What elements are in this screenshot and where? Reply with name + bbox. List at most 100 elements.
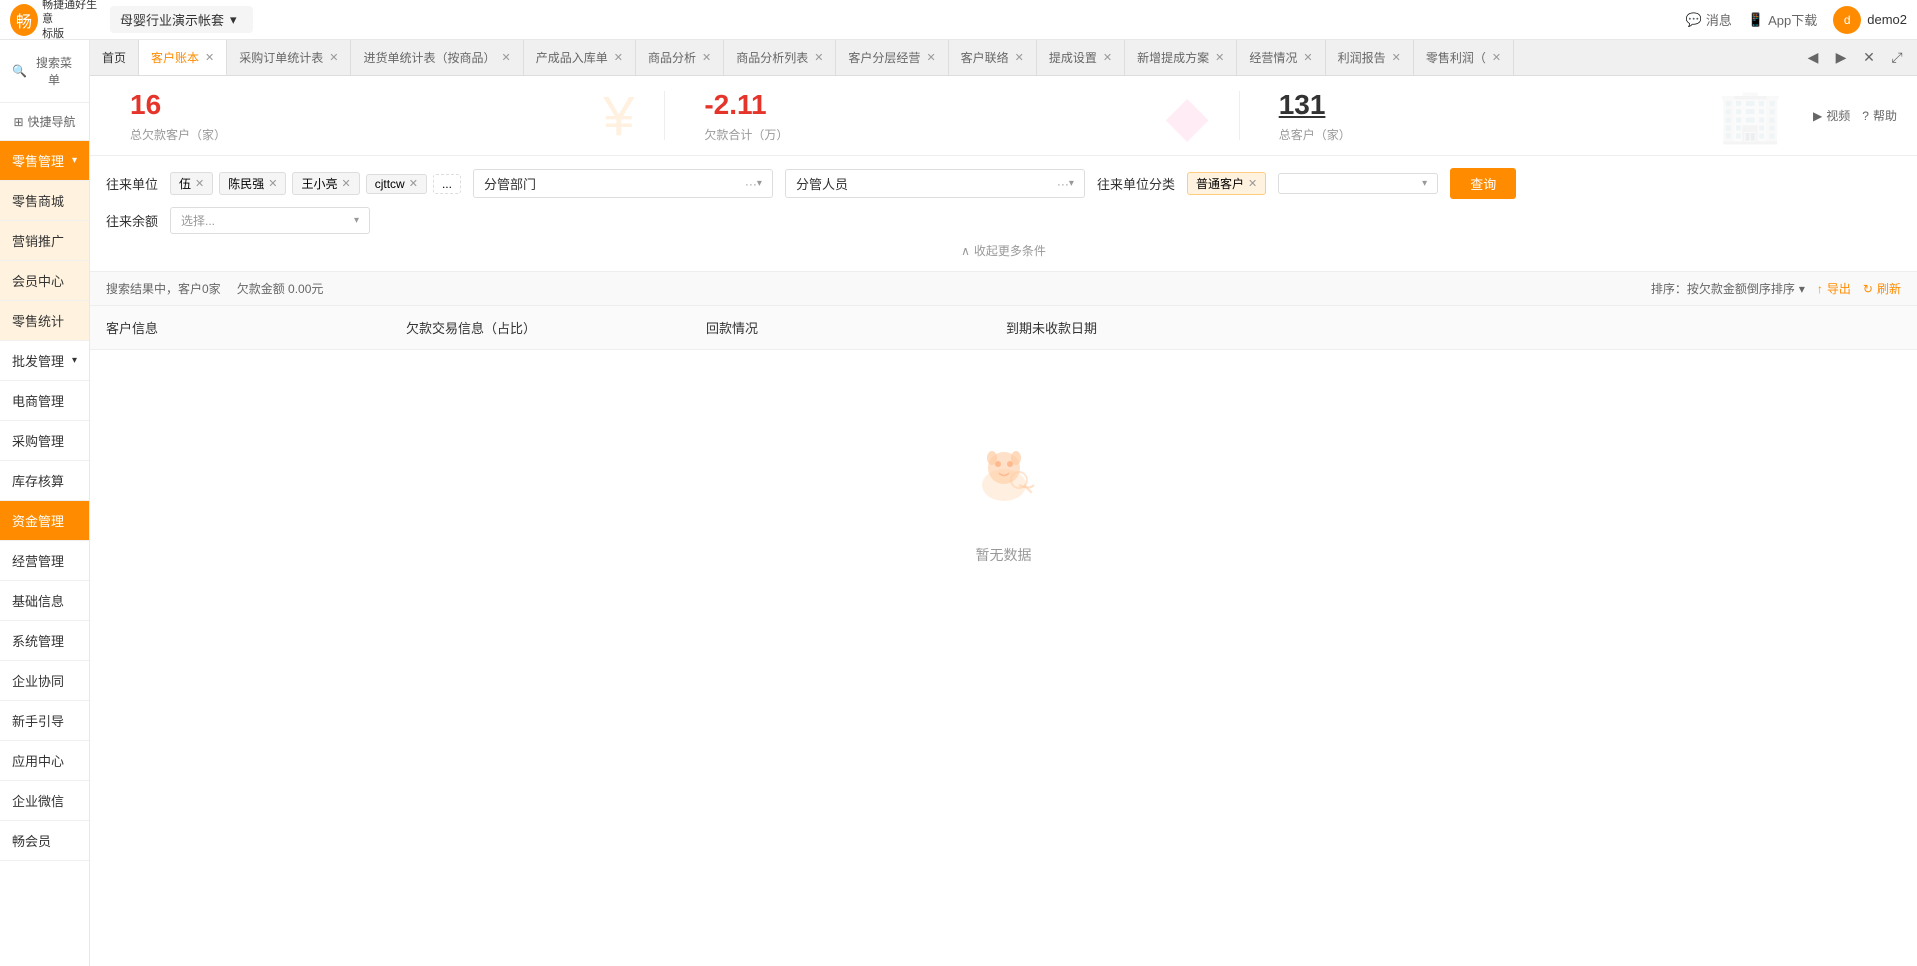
export-button[interactable]: ↑ 导出 bbox=[1817, 280, 1851, 297]
table-col2-header: 欠款交易信息（占比） bbox=[406, 318, 706, 337]
search-menu-button[interactable]: 🔍 搜索菜单 bbox=[8, 50, 81, 92]
sidebar-item-new-guide[interactable]: 新手引导 bbox=[0, 701, 89, 741]
empty-text: 暂无数据 bbox=[976, 545, 1032, 565]
tab-new-commission[interactable]: 新增提成方案 ✕ bbox=[1125, 40, 1237, 76]
remove-unit-tag-chen[interactable]: ✕ bbox=[268, 177, 277, 190]
sort-arrow-icon: ▾ bbox=[1799, 282, 1805, 296]
stat-owed-total-number: -2.11 bbox=[704, 88, 1198, 122]
close-tab-profit-report[interactable]: ✕ bbox=[1392, 51, 1401, 64]
tab-close-all-button[interactable]: ✕ bbox=[1857, 46, 1881, 70]
sidebar-item-enterprise-coop[interactable]: 企业协同 bbox=[0, 661, 89, 701]
tab-purchase-order[interactable]: 采购订单统计表 ✕ bbox=[227, 40, 351, 76]
collapse-filter-button[interactable]: ∧ 收起更多条件 bbox=[961, 242, 1046, 259]
sidebar-item-enterprise-wechat[interactable]: 企业微信 bbox=[0, 781, 89, 821]
close-tab-customer-contact[interactable]: ✕ bbox=[1015, 51, 1024, 64]
table-col1-header: 客户信息 bbox=[106, 318, 406, 337]
sidebar-item-vip-member[interactable]: 畅会员 bbox=[0, 821, 89, 861]
sidebar-item-retail-mall[interactable]: 零售商城 bbox=[0, 181, 89, 221]
stat-owed-total-label: 欠款合计（万） bbox=[704, 126, 1198, 143]
sidebar-item-retail-mgmt[interactable]: 零售管理 ▾ bbox=[0, 141, 89, 181]
close-tab-product-analysis-list[interactable]: ✕ bbox=[814, 51, 823, 64]
sort-select[interactable]: 排序：按欠款金额倒序排序 ▾ bbox=[1651, 280, 1805, 297]
tab-product-analysis-list[interactable]: 商品分析列表 ✕ bbox=[724, 40, 836, 76]
account-selector[interactable]: 母婴行业演示帐套 ▾ bbox=[110, 6, 253, 33]
user-menu[interactable]: d demo2 bbox=[1833, 6, 1907, 34]
table-col3-header: 回款情况 bbox=[706, 318, 1006, 337]
sidebar-item-member-center[interactable]: 会员中心 bbox=[0, 261, 89, 301]
app-download-button[interactable]: 📱 App下载 bbox=[1748, 10, 1817, 29]
export-icon: ↑ bbox=[1817, 282, 1823, 296]
video-button[interactable]: ▶ 视频 bbox=[1813, 107, 1850, 124]
help-button[interactable]: ? 帮助 bbox=[1862, 107, 1897, 124]
remove-unit-tag-wu[interactable]: ✕ bbox=[195, 177, 204, 190]
sidebar-item-retail-stats[interactable]: 零售统计 bbox=[0, 301, 89, 341]
sidebar-item-system-mgmt[interactable]: 系统管理 bbox=[0, 621, 89, 661]
sidebar-item-operations-mgmt[interactable]: 经营管理 bbox=[0, 541, 89, 581]
close-tab-incoming-stats[interactable]: ✕ bbox=[502, 51, 511, 64]
person-filter-label: 分管人员 bbox=[796, 174, 848, 193]
remove-unit-tag-wang[interactable]: ✕ bbox=[342, 177, 351, 190]
unit-tag-wang[interactable]: 王小亮 ✕ bbox=[292, 172, 359, 195]
tab-business-situation[interactable]: 经营情况 ✕ bbox=[1237, 40, 1325, 76]
stat-owed-customers: ¥ 16 总欠款客户（家） bbox=[90, 76, 664, 155]
refresh-button[interactable]: ↻ 刷新 bbox=[1863, 280, 1901, 297]
unit-tag-more[interactable]: ... bbox=[433, 174, 461, 194]
balance-select[interactable]: 选择... ▾ bbox=[170, 207, 370, 234]
sidebar-item-basic-info[interactable]: 基础信息 bbox=[0, 581, 89, 621]
stat-owed-customers-number: 16 bbox=[130, 88, 624, 122]
close-tab-customer-segment[interactable]: ✕ bbox=[926, 51, 935, 64]
tab-product-storage[interactable]: 产成品入库单 ✕ bbox=[524, 40, 636, 76]
close-tab-retail-profit[interactable]: ✕ bbox=[1492, 51, 1501, 64]
refresh-icon: ↻ bbox=[1863, 282, 1873, 296]
person-dots: ··· bbox=[1057, 177, 1069, 191]
sidebar-item-app-center[interactable]: 应用中心 bbox=[0, 741, 89, 781]
unit-tag-wu[interactable]: 伍 ✕ bbox=[170, 172, 213, 195]
filter-area: 往来单位 伍 ✕ 陈民强 ✕ 王小亮 ✕ bbox=[90, 156, 1917, 272]
tab-retail-profit[interactable]: 零售利润（ ✕ bbox=[1414, 40, 1514, 76]
owed-amount-text: 欠款金额 0.00元 bbox=[237, 280, 324, 297]
tab-profit-report[interactable]: 利润报告 ✕ bbox=[1326, 40, 1414, 76]
result-summary: 搜索结果中，客户0家 bbox=[106, 280, 221, 297]
tab-home[interactable]: 首页 bbox=[90, 40, 139, 76]
sidebar-item-wholesale-mgmt[interactable]: 批发管理 ▾ bbox=[0, 341, 89, 381]
sidebar-item-capital-mgmt[interactable]: 资金管理 bbox=[0, 501, 89, 541]
balance-filter-label: 往来余额 bbox=[106, 211, 158, 230]
tab-commission-settings[interactable]: 提成设置 ✕ bbox=[1037, 40, 1125, 76]
close-tab-new-commission[interactable]: ✕ bbox=[1215, 51, 1224, 64]
remove-unit-category-tag[interactable]: ✕ bbox=[1248, 177, 1257, 190]
close-tab-business-situation[interactable]: ✕ bbox=[1303, 51, 1312, 64]
tab-maximize-button[interactable]: ⤢ bbox=[1885, 46, 1909, 70]
close-tab-product-storage[interactable]: ✕ bbox=[614, 51, 623, 64]
person-select[interactable]: 分管人员 ··· ▾ bbox=[785, 169, 1085, 198]
unit-category-dropdown[interactable]: ▾ bbox=[1278, 173, 1438, 194]
result-bar: 搜索结果中，客户0家 欠款金额 0.00元 排序：按欠款金额倒序排序 ▾ ↑ 导… bbox=[90, 272, 1917, 306]
unit-tag-chen[interactable]: 陈民强 ✕ bbox=[219, 172, 286, 195]
unit-category-tag-normal[interactable]: 普通客户 ✕ bbox=[1187, 172, 1266, 195]
close-tab-product-analysis[interactable]: ✕ bbox=[702, 51, 711, 64]
tab-customer-book[interactable]: 客户账本 ✕ bbox=[139, 40, 227, 76]
tab-prev-button[interactable]: ◀ bbox=[1801, 46, 1825, 70]
tab-customer-contact[interactable]: 客户联络 ✕ bbox=[949, 40, 1037, 76]
tab-incoming-stats[interactable]: 进货单统计表（按商品） ✕ bbox=[351, 40, 523, 76]
remove-unit-tag-cjttcw[interactable]: ✕ bbox=[409, 177, 418, 190]
sidebar-item-ecommerce-mgmt[interactable]: 电商管理 bbox=[0, 381, 89, 421]
sidebar-item-marketing[interactable]: 营销推广 bbox=[0, 221, 89, 261]
logo-text: 畅捷通好生意 标版 bbox=[42, 0, 100, 41]
close-tab-customer-book[interactable]: ✕ bbox=[205, 51, 214, 64]
dept-select[interactable]: 分管部门 ··· ▾ bbox=[473, 169, 773, 198]
tab-customer-segment[interactable]: 客户分层经营 ✕ bbox=[836, 40, 948, 76]
sidebar-item-purchase-mgmt[interactable]: 采购管理 bbox=[0, 421, 89, 461]
empty-icon bbox=[964, 430, 1044, 529]
sidebar-search[interactable]: 🔍 搜索菜单 bbox=[0, 40, 89, 103]
tab-product-analysis[interactable]: 商品分析 ✕ bbox=[636, 40, 724, 76]
close-tab-purchase-order[interactable]: ✕ bbox=[329, 51, 338, 64]
message-button[interactable]: 💬 消息 bbox=[1686, 10, 1732, 29]
tab-bar: 首页 客户账本 ✕ 采购订单统计表 ✕ 进货单统计表（按商品） ✕ 产成品入库单… bbox=[90, 40, 1917, 76]
quick-nav-button[interactable]: ⊞ 零售管理 快捷导航 bbox=[0, 103, 89, 141]
close-tab-commission-settings[interactable]: ✕ bbox=[1103, 51, 1112, 64]
unit-tag-cjttcw[interactable]: cjttcw ✕ bbox=[366, 174, 427, 194]
dept-dots: ··· bbox=[745, 177, 757, 191]
sidebar-item-inventory-check[interactable]: 库存核算 bbox=[0, 461, 89, 501]
query-button[interactable]: 查询 bbox=[1450, 168, 1516, 199]
tab-next-button[interactable]: ▶ bbox=[1829, 46, 1853, 70]
